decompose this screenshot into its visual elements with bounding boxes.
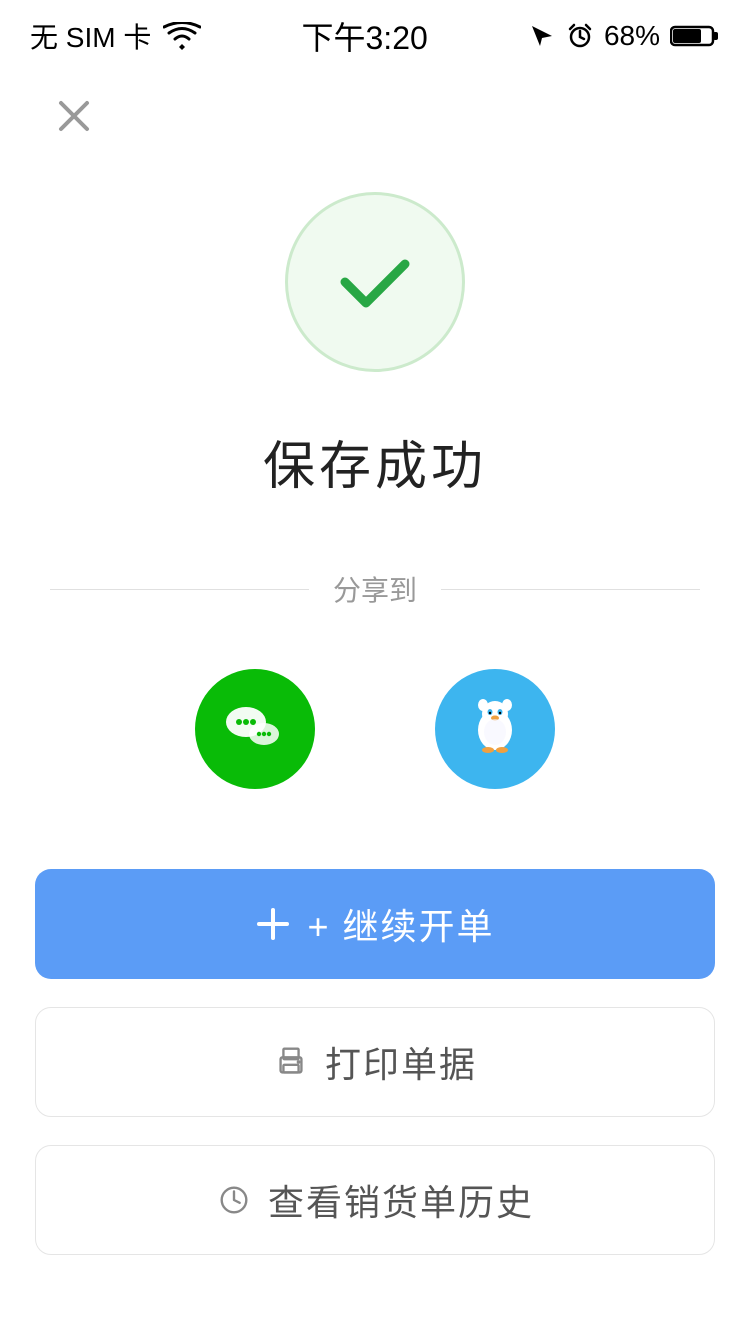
no-sim-label: 无 SIM 卡	[30, 16, 151, 56]
wechat-icon	[220, 694, 290, 764]
share-wechat-button[interactable]	[195, 669, 315, 789]
print-button[interactable]: 打印单据	[35, 1007, 715, 1117]
wifi-icon	[163, 22, 201, 50]
success-icon-circle	[285, 192, 465, 372]
print-label: 打印单据	[325, 1036, 477, 1088]
action-buttons: + 继续开单 打印单据 查看销货单历史	[35, 869, 715, 1255]
continue-button[interactable]: + 继续开单	[35, 869, 715, 979]
alarm-icon	[566, 22, 594, 50]
status-left: 无 SIM 卡	[30, 16, 201, 56]
share-qq-button[interactable]	[435, 669, 555, 789]
qq-icon	[460, 694, 530, 764]
history-icon	[216, 1182, 252, 1218]
history-button[interactable]: 查看销货单历史	[35, 1145, 715, 1255]
location-icon	[528, 22, 556, 50]
share-section: 分享到	[0, 569, 750, 609]
print-icon	[273, 1044, 309, 1080]
close-button[interactable]	[46, 88, 102, 144]
battery-icon	[670, 22, 720, 50]
share-icons-row	[195, 669, 555, 789]
status-time: 下午3:20	[302, 13, 428, 59]
close-icon	[53, 95, 95, 137]
main-content: 保存成功 分享到	[0, 72, 750, 1255]
status-right: 68%	[528, 20, 720, 52]
plus-icon	[255, 906, 291, 942]
checkmark-icon	[330, 237, 420, 327]
history-label: 查看销货单历史	[268, 1174, 534, 1226]
continue-label: + 继续开单	[307, 898, 494, 950]
battery-percent: 68%	[604, 20, 660, 52]
share-label: 分享到	[309, 569, 441, 609]
status-bar: 无 SIM 卡 下午3:20 68%	[0, 0, 750, 72]
success-title: 保存成功	[263, 424, 487, 499]
